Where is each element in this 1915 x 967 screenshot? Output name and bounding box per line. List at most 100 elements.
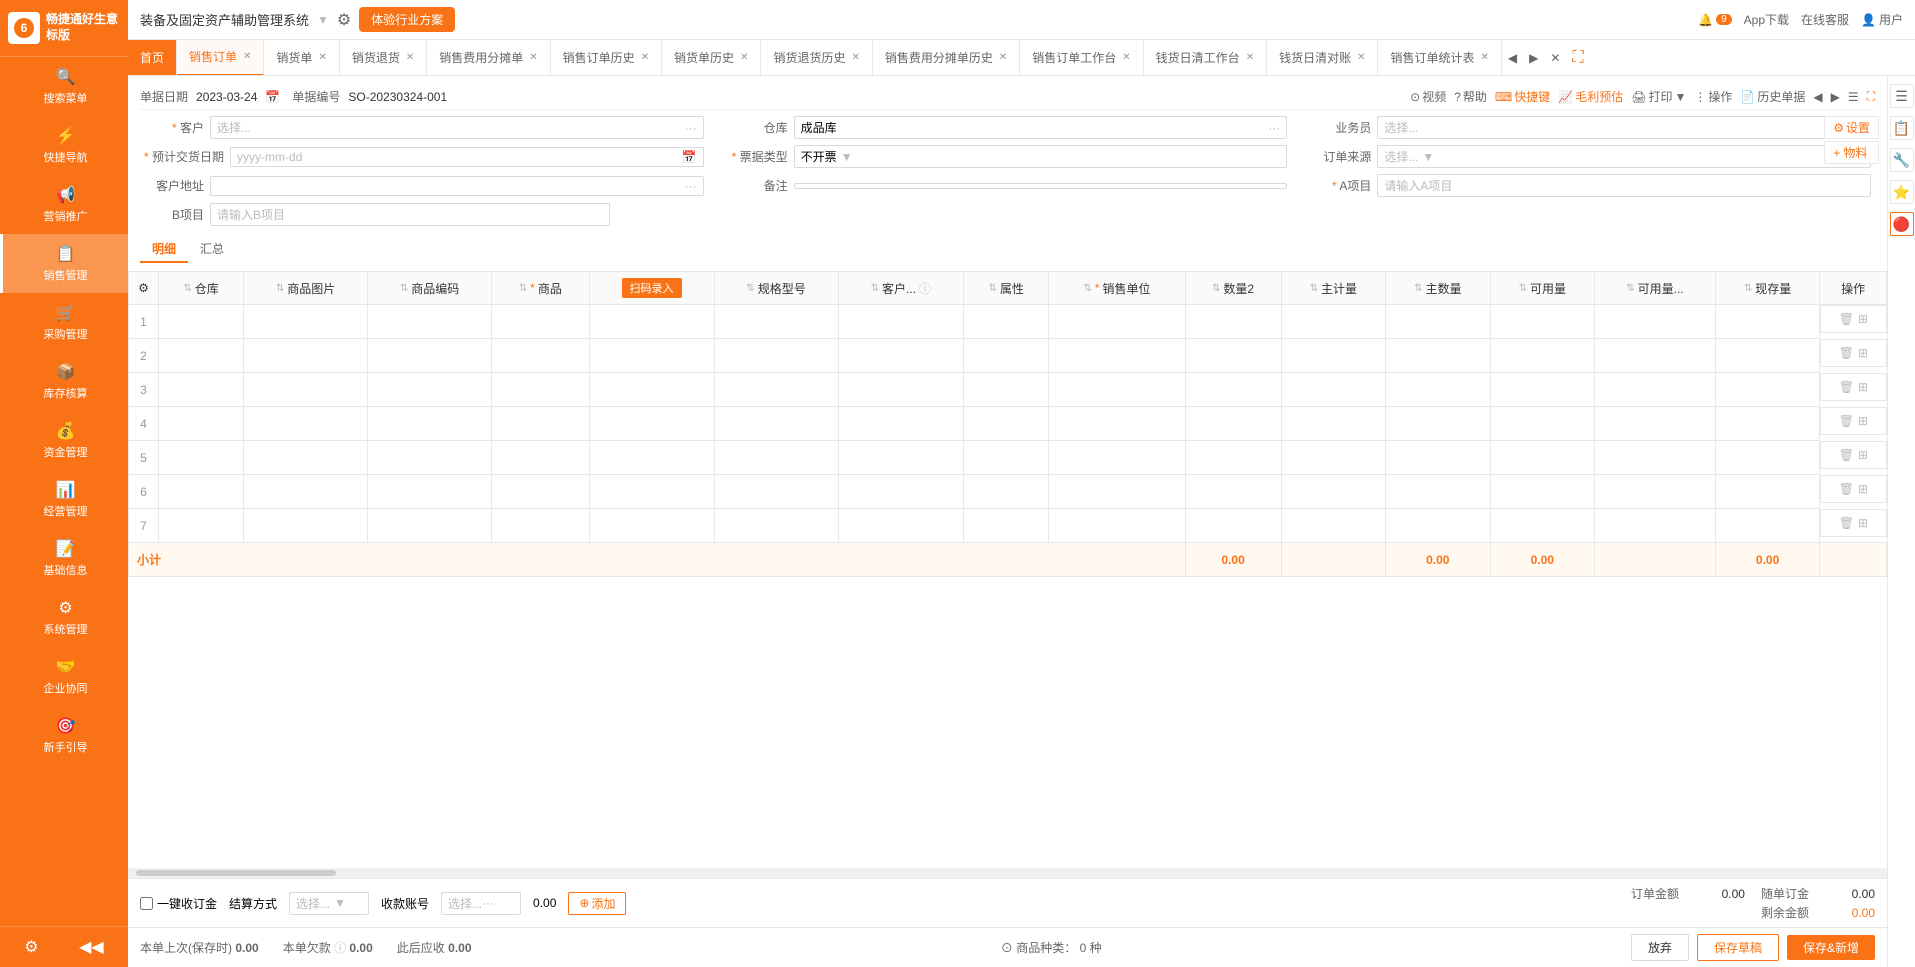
a-project-input[interactable]: 请输入A项目	[1377, 174, 1871, 197]
settings-bottom-icon[interactable]: ⚙	[24, 937, 38, 957]
main-unit-sort-icon[interactable]: ⇅	[1310, 283, 1318, 294]
row-6-spec[interactable]	[714, 475, 838, 509]
row-4-copy-icon[interactable]: ⊞	[1858, 414, 1868, 428]
row-2-stock[interactable]	[1715, 339, 1820, 373]
code-sort-icon[interactable]: ⇅	[400, 283, 408, 294]
row-3-spec[interactable]	[714, 373, 838, 407]
sidebar-item-guide[interactable]: 🎯 新手引导	[0, 706, 128, 765]
row-1-spec[interactable]	[714, 305, 838, 339]
horizontal-scrollbar[interactable]	[128, 868, 1887, 878]
row-3-scan[interactable]	[589, 373, 714, 407]
row-7-product[interactable]	[492, 509, 590, 543]
row-1-stock[interactable]	[1715, 305, 1820, 339]
tab-next-icon[interactable]: ▶	[1523, 40, 1544, 76]
delivery-input[interactable]: yyyy-mm-dd 📅	[230, 147, 704, 167]
row-4-available2[interactable]	[1595, 407, 1716, 441]
row-3-stock[interactable]	[1715, 373, 1820, 407]
tab-expense-history[interactable]: 销售费用分摊单历史✕	[873, 40, 1020, 76]
row-2-scan[interactable]	[589, 339, 714, 373]
row-1-product[interactable]	[492, 305, 590, 339]
row-4-code[interactable]	[368, 407, 492, 441]
row-1-image[interactable]	[244, 305, 368, 339]
qty2-sort-icon[interactable]: ⇅	[1212, 283, 1220, 294]
row-6-delete-icon[interactable]: 🗑	[1839, 482, 1854, 496]
order-source-input[interactable]: 选择... ▼	[1377, 145, 1871, 168]
receipt-select[interactable]: 选择... ···	[441, 892, 521, 915]
scrollbar-thumb[interactable]	[136, 870, 336, 876]
tab-close-expense-history[interactable]: ✕	[999, 52, 1007, 63]
detail-tab-detail[interactable]: 明细	[140, 236, 188, 263]
row-7-image[interactable]	[244, 509, 368, 543]
th-customer-code[interactable]: ⇅客户...ⓘ	[838, 272, 964, 305]
tab-sales-order[interactable]: 销售订单✕	[177, 40, 264, 76]
th-settings[interactable]: ⚙	[129, 272, 159, 305]
address-input[interactable]: ···	[210, 176, 704, 196]
tab-daily-workbench[interactable]: 钱货日清工作台✕	[1144, 40, 1267, 76]
row-3-product[interactable]	[492, 373, 590, 407]
row-4-stock[interactable]	[1715, 407, 1820, 441]
available2-sort-icon[interactable]: ⇅	[1626, 283, 1634, 294]
row-1-qty2[interactable]	[1185, 305, 1281, 339]
row-3-copy-icon[interactable]: ⊞	[1858, 380, 1868, 394]
row-7-copy-icon[interactable]: ⊞	[1858, 516, 1868, 530]
sidebar-item-purchase[interactable]: 🛒 采购管理	[0, 293, 128, 352]
right-panel-doc-icon[interactable]: 📋	[1890, 116, 1914, 140]
attr-sort-icon[interactable]: ⇅	[988, 283, 996, 294]
row-4-customer-code[interactable]	[838, 407, 964, 441]
row-6-unit[interactable]	[1049, 475, 1185, 509]
customer-input[interactable]: 选择... ···	[210, 116, 704, 139]
stock-sort-icon[interactable]: ⇅	[1744, 283, 1752, 294]
solution-button[interactable]: 体验行业方案	[359, 7, 455, 32]
row-3-customer-code[interactable]	[838, 373, 964, 407]
th-attr[interactable]: ⇅属性	[964, 272, 1049, 305]
row-2-image[interactable]	[244, 339, 368, 373]
help-icon[interactable]: ? 帮助	[1454, 88, 1487, 105]
row-1-scan[interactable]	[589, 305, 714, 339]
row-5-scan[interactable]	[589, 441, 714, 475]
delivery-calendar-icon[interactable]: 📅	[682, 150, 697, 164]
nav-prev[interactable]: ◀	[1813, 90, 1822, 104]
row-5-unit[interactable]	[1049, 441, 1185, 475]
customer-dots[interactable]: ···	[685, 121, 697, 135]
row-6-attr[interactable]	[964, 475, 1049, 509]
order-num-value[interactable]: SO-20230324-001	[348, 90, 447, 104]
row-3-code[interactable]	[368, 373, 492, 407]
row-3-delete-icon[interactable]: 🗑	[1839, 380, 1854, 394]
b-project-input[interactable]: 请输入B项目	[210, 203, 610, 226]
row-5-copy-icon[interactable]: ⊞	[1858, 448, 1868, 462]
row-1-copy-icon[interactable]: ⊞	[1858, 312, 1868, 326]
user-avatar[interactable]: 👤 用户	[1861, 11, 1903, 28]
tab-close-sales[interactable]: ✕	[318, 52, 326, 63]
row-1-main-unit[interactable]	[1281, 305, 1386, 339]
row-4-warehouse[interactable]	[159, 407, 244, 441]
sidebar-item-marketing[interactable]: 📢 营销推广	[0, 175, 128, 234]
row-7-stock[interactable]	[1715, 509, 1820, 543]
row-7-attr[interactable]	[964, 509, 1049, 543]
tab-workbench[interactable]: 销售订单工作台✕	[1020, 40, 1143, 76]
row-5-warehouse[interactable]	[159, 441, 244, 475]
row-3-available2[interactable]	[1595, 373, 1716, 407]
row-6-scan[interactable]	[589, 475, 714, 509]
note-input[interactable]	[794, 183, 1288, 189]
row-5-customer-code[interactable]	[838, 441, 964, 475]
row-7-main-qty[interactable]	[1386, 509, 1491, 543]
row-4-scan[interactable]	[589, 407, 714, 441]
row-4-delete-icon[interactable]: 🗑	[1839, 414, 1854, 428]
add-product-button[interactable]: + 物料	[1824, 141, 1879, 164]
receipt-dots[interactable]: ···	[482, 896, 494, 910]
row-4-qty2[interactable]	[1185, 407, 1281, 441]
row-1-code[interactable]	[368, 305, 492, 339]
tab-prev-icon[interactable]: ◀	[1502, 40, 1523, 76]
row-2-attr[interactable]	[964, 339, 1049, 373]
row-2-spec[interactable]	[714, 339, 838, 373]
sidebar-item-finance[interactable]: 💰 资金管理	[0, 411, 128, 470]
row-2-product[interactable]	[492, 339, 590, 373]
row-3-main-unit[interactable]	[1281, 373, 1386, 407]
spec-sort-icon[interactable]: ⇅	[746, 283, 754, 294]
tab-reconcile[interactable]: 钱货日清对账✕	[1267, 40, 1378, 76]
row-7-spec[interactable]	[714, 509, 838, 543]
th-scan[interactable]: 扫码录入	[589, 272, 714, 305]
notice-icon[interactable]: 🔔 9	[1698, 13, 1732, 27]
sidebar-item-collab[interactable]: 🤝 企业协同	[0, 647, 128, 706]
row-6-copy-icon[interactable]: ⊞	[1858, 482, 1868, 496]
